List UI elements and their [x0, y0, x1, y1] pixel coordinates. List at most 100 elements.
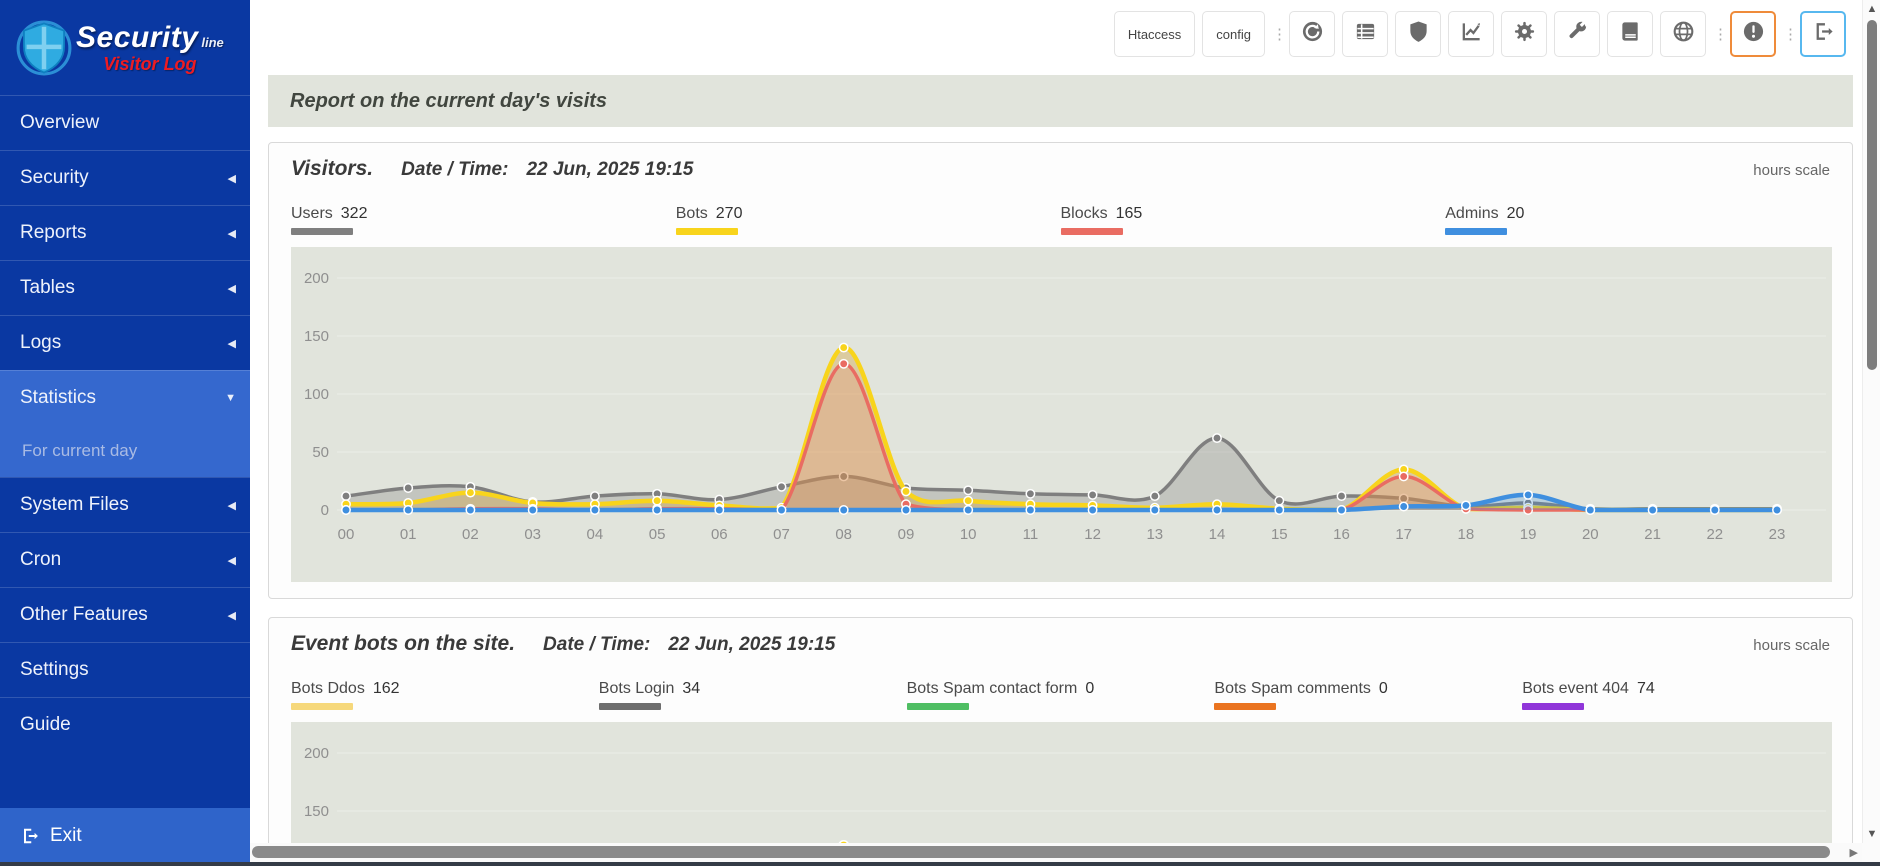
legend-series-total: 0 [1085, 680, 1095, 697]
gear-icon [1513, 20, 1536, 48]
chart-title: Event bots on the site. [291, 632, 516, 655]
sidebar-group-cron: Cron ◀ [0, 532, 250, 587]
chevron-left-icon: ◀ [227, 609, 236, 622]
svg-text:04: 04 [587, 526, 604, 543]
sidebar-subitem-for-current-day[interactable]: For current day [0, 425, 250, 477]
vertical-scroll-thumb[interactable] [1867, 20, 1877, 370]
scrollbar-corner [1862, 843, 1880, 862]
toolbar-button-table[interactable] [1342, 11, 1388, 57]
svg-text:22: 22 [1706, 526, 1723, 543]
svg-text:12: 12 [1084, 526, 1101, 543]
globe-icon [1672, 20, 1695, 48]
toolbar-button-reload[interactable] [1289, 11, 1335, 57]
datetime-label: Date / Time: [543, 634, 651, 655]
sidebar-group-tables: Tables ◀ [0, 260, 250, 315]
legend-item-bots-spam-comments[interactable]: Bots Spam comments 0 [1214, 680, 1522, 710]
toolbar-button-label: config [1216, 26, 1251, 42]
toolbar-button-alert[interactable] [1730, 11, 1776, 57]
sidebar-item-system-files[interactable]: System Files ◀ [0, 477, 250, 532]
sidebar-item-label: Tables [20, 277, 75, 298]
datetime-value: 22 Jun, 2025 19:15 [668, 634, 836, 655]
toolbar-button-book[interactable] [1607, 11, 1653, 57]
sidebar-item-overview[interactable]: Overview [0, 95, 250, 150]
sidebar-exit-button[interactable]: Exit [0, 808, 250, 863]
legend-item-admins[interactable]: Admins 20 [1445, 205, 1830, 235]
legend-item-users[interactable]: Users 322 [291, 205, 676, 235]
scroll-down-arrow-icon[interactable]: ▼ [1863, 828, 1880, 840]
panel-title: Visitors. Date / Time: 22 Jun, 2025 19:15 [291, 157, 693, 181]
sidebar-item-security[interactable]: Security ◀ [0, 150, 250, 205]
horizontal-scroll-thumb[interactable] [252, 846, 1830, 858]
toolbar-button-gear[interactable] [1501, 11, 1547, 57]
svg-text:19: 19 [1520, 526, 1537, 543]
toolbar-button-label: Htaccess [1127, 26, 1182, 42]
legend-series-name: Bots [675, 205, 708, 222]
sidebar-group-system-files: System Files ◀ [0, 477, 250, 532]
toolbar-button-wrench[interactable] [1554, 11, 1600, 57]
horizontal-scrollbar[interactable]: ▶ [250, 843, 1862, 862]
sidebar-item-reports[interactable]: Reports ◀ [0, 205, 250, 260]
brand-name: Security [76, 20, 199, 54]
brand-suffix: line [201, 34, 224, 50]
legend-text: Users 322 [291, 205, 676, 223]
legend-color-swatch [1522, 703, 1585, 710]
legend-text: Bots Login 34 [599, 680, 907, 698]
sidebar-item-statistics[interactable]: Statistics ▼ [0, 370, 250, 425]
svg-text:02: 02 [462, 526, 479, 543]
legend-item-bots-event-404[interactable]: Bots event 404 74 [1522, 680, 1830, 710]
legend-text: Blocks 165 [1061, 205, 1446, 223]
sidebar-exit-label: Exit [50, 824, 82, 846]
sidebar-item-label: Cron [20, 549, 62, 570]
toolbar-button-logout[interactable] [1800, 11, 1846, 57]
legend-item-bots-login[interactable]: Bots Login 34 [598, 680, 907, 710]
sidebar-item-label: Guide [20, 714, 71, 735]
legend-item-blocks[interactable]: Blocks 165 [1060, 205, 1446, 235]
visitors-chart: 0 50 100 150 200 00 01 02 03 04 05 06 07 08 09 10 11 12 13… [291, 247, 1832, 582]
legend-series-total: 20 [1506, 205, 1525, 222]
datetime-label: Date / Time: [401, 159, 509, 180]
scroll-up-arrow-icon[interactable]: ▲ [1863, 3, 1880, 15]
legend-text: Bots Spam comments 0 [1214, 680, 1522, 698]
app-window: Security line Visitor Log Overview Securi… [0, 0, 1880, 866]
legend-series-total: 34 [682, 680, 701, 697]
sidebar-subitem-label: For current day [22, 441, 138, 460]
legend-series-total: 162 [372, 680, 400, 697]
page-title: Report on the current day's visits [268, 75, 1853, 127]
sidebar-item-cron[interactable]: Cron ◀ [0, 532, 250, 587]
vertical-scrollbar[interactable]: ▲ ▼ [1862, 0, 1880, 843]
scroll-right-arrow-icon[interactable]: ▶ [1850, 846, 1858, 859]
sidebar-item-settings[interactable]: Settings [0, 642, 250, 697]
sidebar-group-security: Security ◀ [0, 150, 250, 205]
toolbar-button-globe[interactable] [1660, 11, 1706, 57]
legend-item-bots[interactable]: Bots 270 [675, 205, 1061, 235]
sidebar-item-other-features[interactable]: Other Features ◀ [0, 587, 250, 642]
toolbar-button-line-chart[interactable] [1448, 11, 1494, 57]
toolbar-button-config[interactable]: config [1202, 11, 1265, 57]
svg-text:03: 03 [524, 526, 541, 543]
legend-text: Admins 20 [1445, 205, 1830, 223]
legend-series-name: Bots Spam comments [1214, 680, 1371, 697]
svg-text:06: 06 [711, 526, 728, 543]
toolbar-button-shield[interactable] [1395, 11, 1441, 57]
legend-color-swatch [291, 703, 353, 710]
sidebar: Security line Visitor Log Overview Securi… [0, 0, 250, 866]
toolbar-button-htaccess[interactable]: Htaccess [1113, 11, 1196, 57]
svg-text:20: 20 [1582, 526, 1599, 543]
sidebar-item-logs[interactable]: Logs ◀ [0, 315, 250, 370]
legend-series-total: 0 [1378, 680, 1388, 697]
svg-text:01: 01 [400, 526, 417, 543]
chevron-left-icon: ◀ [227, 337, 236, 350]
chevron-left-icon: ◀ [227, 499, 236, 512]
svg-text:17: 17 [1395, 526, 1412, 543]
svg-text:18: 18 [1458, 526, 1475, 543]
sidebar-item-guide[interactable]: Guide [0, 697, 250, 752]
toolbar-separator-dots: ⋮ [1713, 26, 1728, 43]
app-logo[interactable]: Security line Visitor Log [0, 0, 250, 95]
sidebar-item-tables[interactable]: Tables ◀ [0, 260, 250, 315]
datetime-value: 22 Jun, 2025 19:15 [526, 159, 694, 180]
panel-event-bots-on-the-site: Event bots on the site. Date / Time: 22 Ju… [268, 617, 1853, 843]
legend-item-bots-spam-contact-form[interactable]: Bots Spam contact form 0 [906, 680, 1215, 710]
panel-title: Event bots on the site. Date / Time: 22 Ju… [291, 632, 835, 656]
legend-item-bots-ddos[interactable]: Bots Ddos 162 [291, 680, 599, 710]
main-area: Htaccess config ⋮ ⋮ ⋮ Report on the current … [250, 0, 1862, 843]
